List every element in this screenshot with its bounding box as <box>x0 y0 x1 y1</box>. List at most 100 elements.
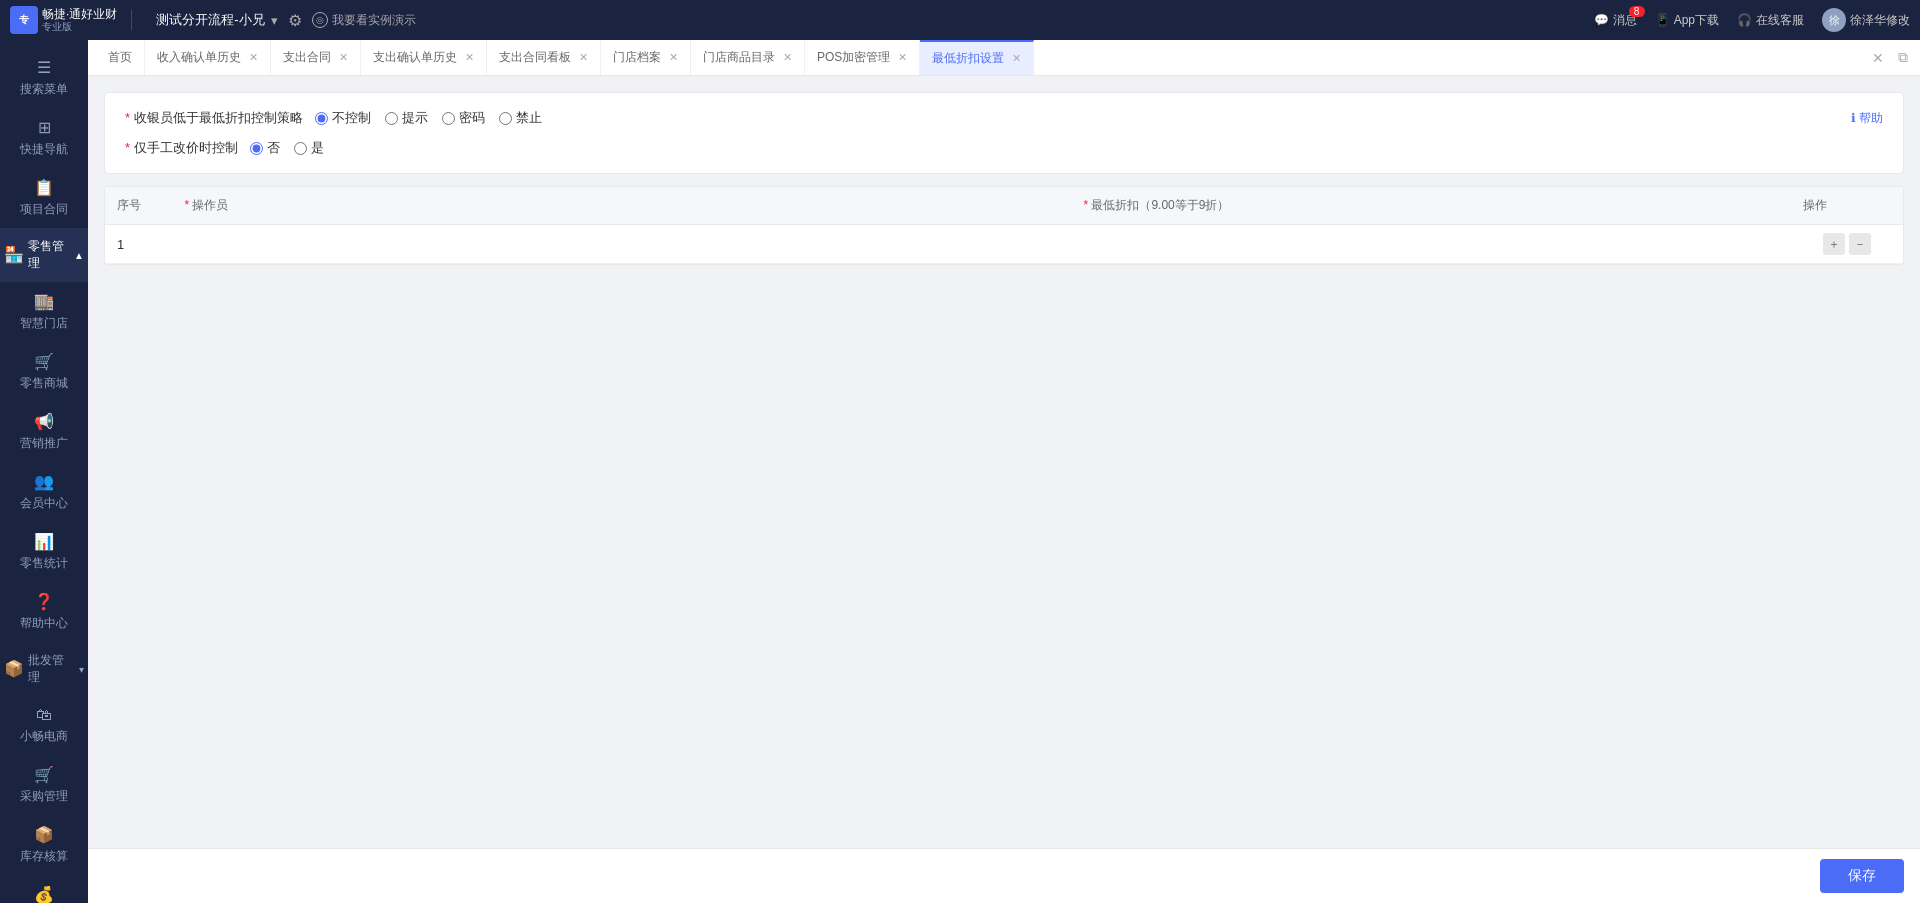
ecommerce-icon: 🛍 <box>36 706 52 724</box>
strategy-forbid[interactable]: 禁止 <box>499 109 542 127</box>
strategy-label: 收银员低于最低折扣控制策略 <box>125 109 303 127</box>
strategy-no-control[interactable]: 不控制 <box>315 109 371 127</box>
sidebar-label-help: 帮助中心 <box>20 615 68 632</box>
tab-expense-history[interactable]: 支出确认单历史 ✕ <box>361 40 487 76</box>
sidebar-item-inventory[interactable]: 📦 库存核算 <box>0 815 88 875</box>
tab-pos-encrypt[interactable]: POS加密管理 ✕ <box>805 40 920 76</box>
sidebar-item-retailmall[interactable]: 🛒 零售商城 <box>0 342 88 402</box>
cell-operator[interactable] <box>172 225 1071 264</box>
col-header-discount: * 最低折扣（9.00等于9折） <box>1071 187 1790 225</box>
sidebar-item-member[interactable]: 👥 会员中心 <box>0 462 88 522</box>
sidebar-item-purchase[interactable]: 🛒 采购管理 <box>0 755 88 815</box>
strategy-password-radio[interactable] <box>442 112 455 125</box>
tab-store-profile[interactable]: 门店档案 ✕ <box>601 40 691 76</box>
table-body: 1 ＋ － <box>105 225 1903 264</box>
manual-yes-radio[interactable] <box>294 142 307 155</box>
strategy-password[interactable]: 密码 <box>442 109 485 127</box>
tab-store-profile-close[interactable]: ✕ <box>669 51 678 64</box>
form-card: 收银员低于最低折扣控制策略 不控制 提示 密码 <box>104 92 1904 174</box>
table-card: 序号 * 操作员 * 最低折扣（9.00等于9折） 操作 <box>104 186 1904 265</box>
tab-expense-contract-close[interactable]: ✕ <box>339 51 348 64</box>
save-button[interactable]: 保存 <box>1820 859 1904 893</box>
tab-pos-encrypt-close[interactable]: ✕ <box>898 51 907 64</box>
manual-yes[interactable]: 是 <box>294 139 324 157</box>
operator-input[interactable] <box>184 237 1059 252</box>
tab-expense-history-close[interactable]: ✕ <box>465 51 474 64</box>
message-button[interactable]: 💬 消息 8 <box>1594 12 1637 29</box>
tab-min-discount[interactable]: 最低折扣设置 ✕ <box>920 40 1034 76</box>
sidebar-label-retail: 零售管理 <box>28 238 70 272</box>
tab-expense-board[interactable]: 支出合同看板 ✕ <box>487 40 601 76</box>
sidebar-item-ecommerce[interactable]: 🛍 小畅电商 <box>0 696 88 755</box>
project-selector[interactable]: 测试分开流程-小兄 ▾ <box>156 11 277 29</box>
sidebar-item-help[interactable]: ❓ 帮助中心 <box>0 582 88 642</box>
strategy-forbid-label: 禁止 <box>516 109 542 127</box>
row-add-btn[interactable]: ＋ <box>1823 233 1845 255</box>
strategy-forbid-radio[interactable] <box>499 112 512 125</box>
row-actions: ＋ － <box>1803 233 1891 255</box>
strategy-remind[interactable]: 提示 <box>385 109 428 127</box>
manual-no[interactable]: 否 <box>250 139 280 157</box>
tab-income-history-close[interactable]: ✕ <box>249 51 258 64</box>
user-menu[interactable]: 徐 徐泽华修改 <box>1822 8 1910 32</box>
row-delete-btn[interactable]: － <box>1849 233 1871 255</box>
sidebar-item-smartstore[interactable]: 🏬 智慧门店 <box>0 282 88 342</box>
tab-expense-contract-label: 支出合同 <box>283 49 331 66</box>
page-content: 收银员低于最低折扣控制策略 不控制 提示 密码 <box>88 76 1920 848</box>
cell-discount[interactable] <box>1071 225 1790 264</box>
tab-close-current-btn[interactable]: ✕ <box>1868 48 1888 68</box>
demo-circle-icon: ◎ <box>312 12 328 28</box>
funds-icon: 💰 <box>34 885 54 903</box>
content-area: 首页 收入确认单历史 ✕ 支出合同 ✕ 支出确认单历史 ✕ 支出合同看板 ✕ 门… <box>88 40 1920 903</box>
tab-store-catalog-close[interactable]: ✕ <box>783 51 792 64</box>
col-header-seq: 序号 <box>105 187 172 225</box>
tab-expense-history-label: 支出确认单历史 <box>373 49 457 66</box>
sidebar-item-retailstats[interactable]: 📊 零售统计 <box>0 522 88 582</box>
tab-income-history-label: 收入确认单历史 <box>157 49 241 66</box>
sidebar-item-retail[interactable]: 🏪 零售管理 ▲ <box>0 228 88 282</box>
strategy-remind-radio[interactable] <box>385 112 398 125</box>
strategy-no-control-radio[interactable] <box>315 112 328 125</box>
demo-button[interactable]: ◎ 我要看实例演示 <box>312 12 416 29</box>
tab-expense-contract[interactable]: 支出合同 ✕ <box>271 40 361 76</box>
topbar-right: 💬 消息 8 📱 App下载 🎧 在线客服 徐 徐泽华修改 <box>1594 8 1910 32</box>
message-icon: 💬 <box>1594 13 1609 27</box>
tab-expense-board-close[interactable]: ✕ <box>579 51 588 64</box>
tab-store-catalog[interactable]: 门店商品目录 ✕ <box>691 40 805 76</box>
app-logo: 专 畅捷·通好业财 专业版 <box>10 6 117 34</box>
manual-yes-label: 是 <box>311 139 324 157</box>
tab-min-discount-close[interactable]: ✕ <box>1012 52 1021 65</box>
sidebar-item-funds[interactable]: 💰 资金管理 <box>0 875 88 903</box>
discount-input[interactable] <box>1083 237 1778 252</box>
sidebar-label-marketing: 营销推广 <box>20 435 68 452</box>
sidebar-item-marketing[interactable]: 📢 营销推广 <box>0 402 88 462</box>
col-header-seq-label: 序号 <box>117 198 141 212</box>
retailstats-icon: 📊 <box>34 532 54 551</box>
sidebar-item-wholesale[interactable]: 📦 批发管理 ▾ <box>0 642 88 696</box>
main-layout: ☰ 搜索菜单 ⊞ 快捷导航 📋 项目合同 🏪 零售管理 ▲ 🏬 智慧门店 🛒 零… <box>0 40 1920 903</box>
sidebar-item-project[interactable]: 📋 项目合同 <box>0 168 88 228</box>
sidebar-label-retailstats: 零售统计 <box>20 555 68 572</box>
sidebar-item-quicknav[interactable]: ⊞ 快捷导航 <box>0 108 88 168</box>
app-download-button[interactable]: 📱 App下载 <box>1655 12 1719 29</box>
sidebar-item-search[interactable]: ☰ 搜索菜单 <box>0 48 88 108</box>
member-icon: 👥 <box>34 472 54 491</box>
online-service-button[interactable]: 🎧 在线客服 <box>1737 12 1804 29</box>
tab-min-discount-label: 最低折扣设置 <box>932 50 1004 67</box>
strategy-radio-group: 不控制 提示 密码 禁止 <box>315 109 542 127</box>
tab-actions: ✕ ⧉ <box>1868 47 1912 68</box>
smartstore-icon: 🏬 <box>34 292 54 311</box>
tab-expense-board-label: 支出合同看板 <box>499 49 571 66</box>
project-dropdown-arrow[interactable]: ▾ <box>271 13 278 28</box>
tab-home[interactable]: 首页 <box>96 40 145 76</box>
tab-income-history[interactable]: 收入确认单历史 ✕ <box>145 40 271 76</box>
manual-no-radio[interactable] <box>250 142 263 155</box>
tab-pos-encrypt-label: POS加密管理 <box>817 49 890 66</box>
settings-icon[interactable]: ⚙ <box>288 11 302 30</box>
bottom-bar: 保存 <box>88 848 1920 903</box>
sidebar-label-ecommerce: 小畅电商 <box>20 728 68 745</box>
help-link[interactable]: ℹ 帮助 <box>1851 110 1883 127</box>
col-header-actions: 操作 <box>1791 187 1903 225</box>
sidebar-label-quicknav: 快捷导航 <box>20 141 68 158</box>
tab-maximize-btn[interactable]: ⧉ <box>1894 47 1912 68</box>
